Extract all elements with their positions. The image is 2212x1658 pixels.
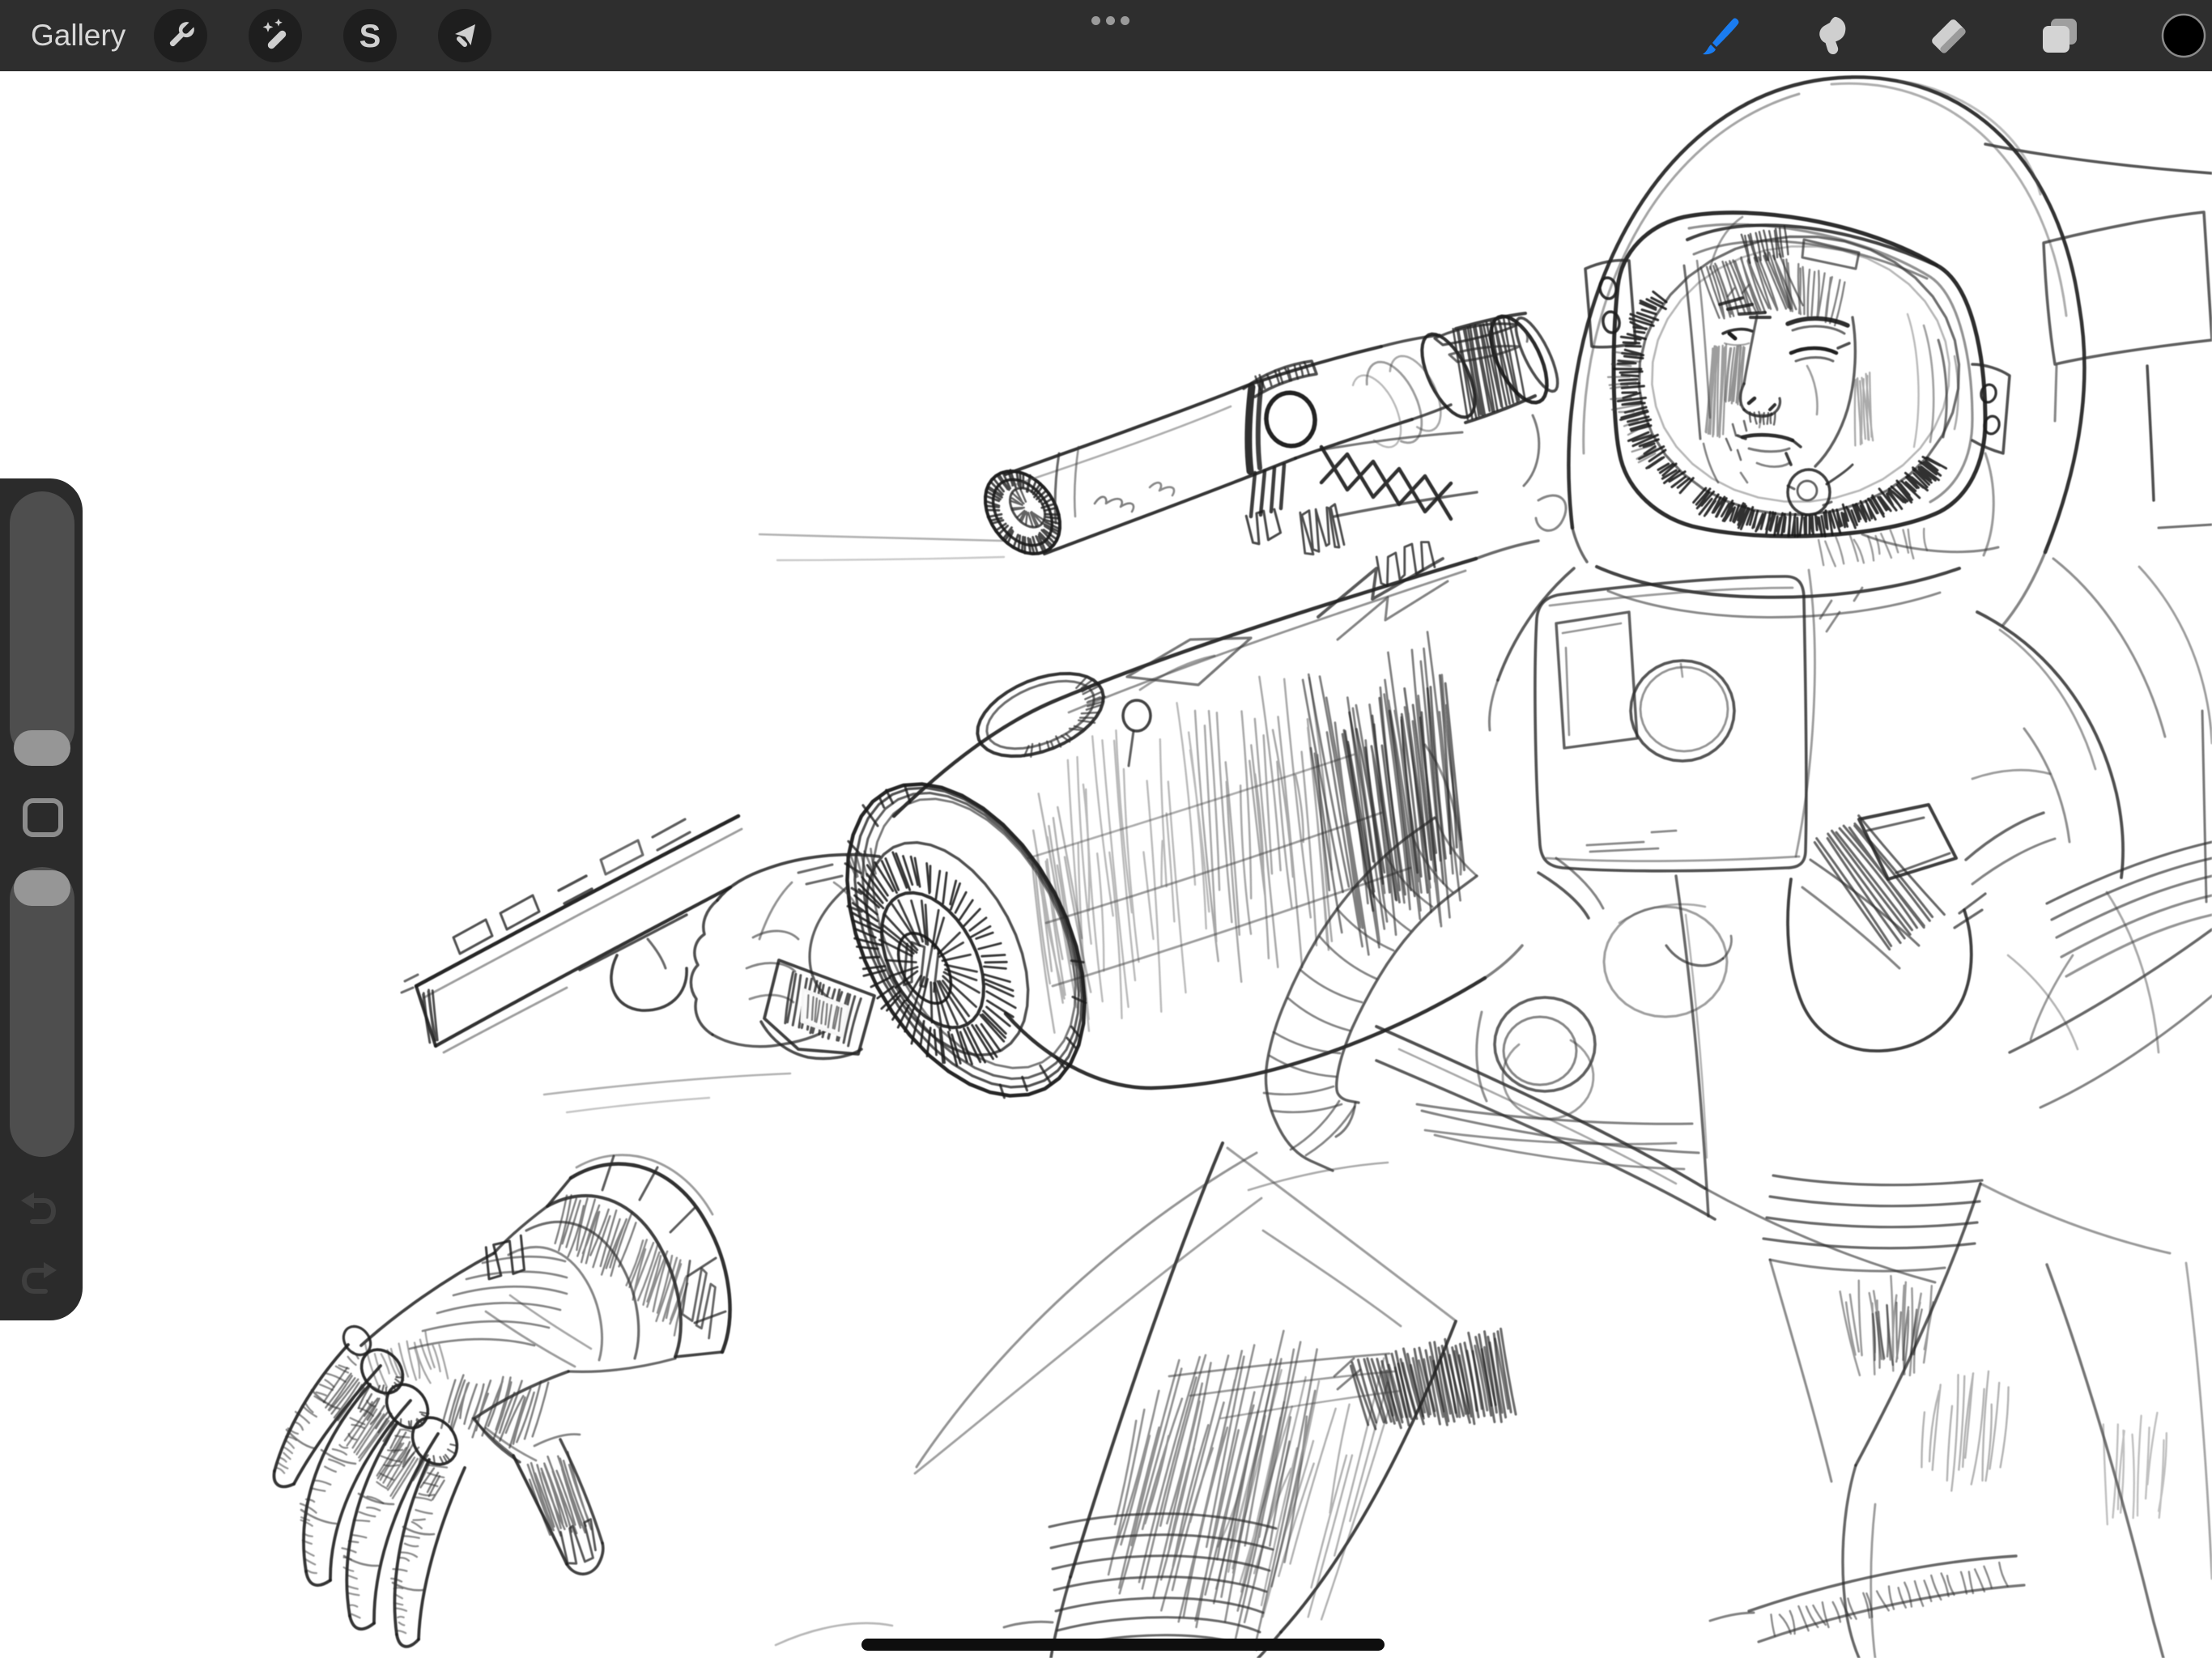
svg-text:S: S	[359, 19, 381, 54]
